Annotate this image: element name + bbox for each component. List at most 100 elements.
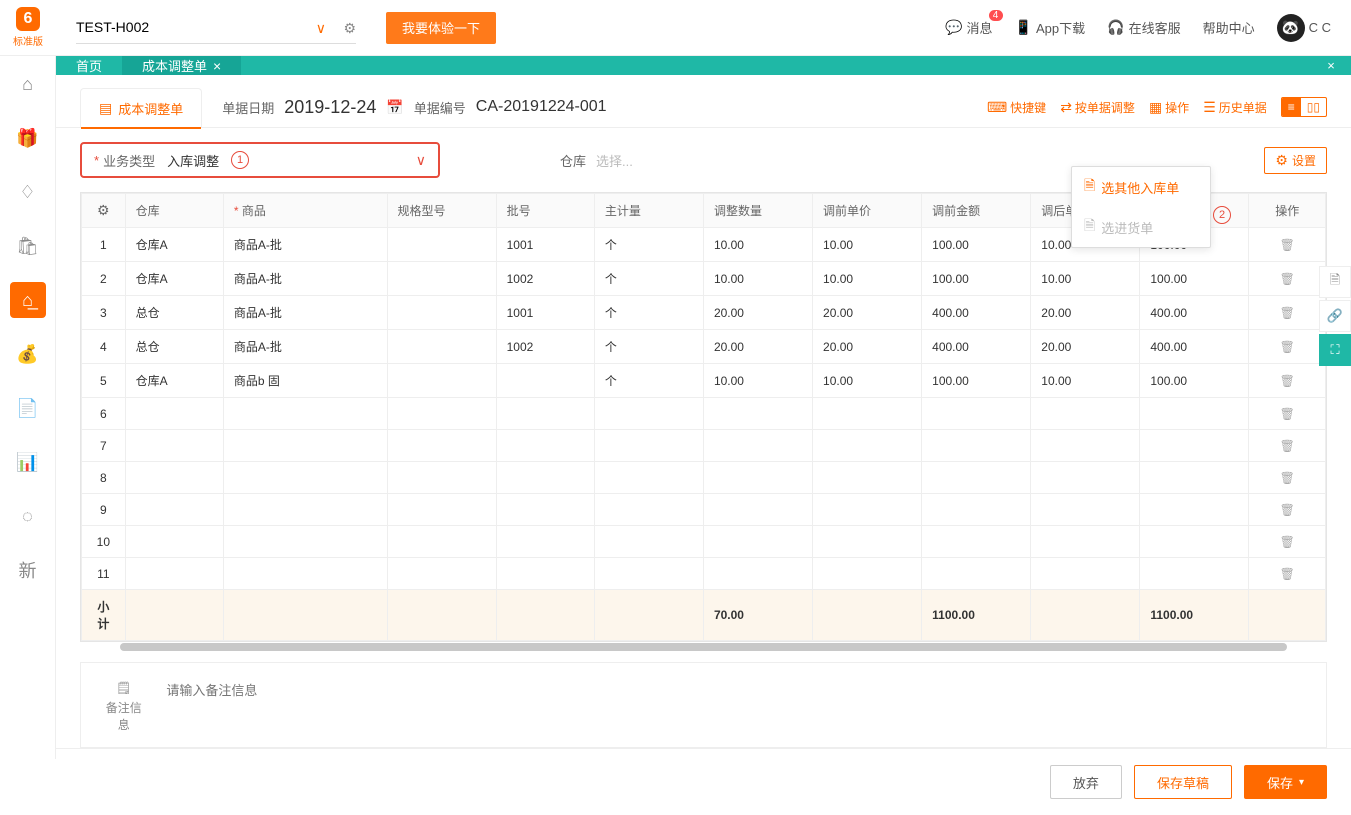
cell-pre-amount[interactable]: [922, 494, 1031, 526]
cell-post-amount[interactable]: [1140, 526, 1249, 558]
nav-online-service[interactable]: 🎧 在线客服: [1107, 18, 1180, 37]
cell-warehouse[interactable]: [125, 430, 223, 462]
cell-spec[interactable]: [387, 526, 496, 558]
sidebar-cycle[interactable]: ◌: [10, 498, 46, 534]
cell-qty[interactable]: [703, 558, 812, 590]
table-row[interactable]: 5仓库A商品b 固个10.0010.00100.0010.00100.00🗑: [82, 364, 1326, 398]
cell-post-price[interactable]: [1031, 462, 1140, 494]
cell-unit[interactable]: [594, 494, 703, 526]
action-by-order[interactable]: ⇄按单据调整: [1060, 99, 1135, 116]
cell-pre-amount[interactable]: 400.00: [922, 296, 1031, 330]
cell-pre-amount[interactable]: 100.00: [922, 364, 1031, 398]
cell-batch[interactable]: [496, 494, 594, 526]
cell-warehouse[interactable]: [125, 462, 223, 494]
cell-pre-price[interactable]: 20.00: [813, 296, 922, 330]
cell-product[interactable]: 商品A-批: [223, 330, 387, 364]
cell-post-price[interactable]: [1031, 494, 1140, 526]
cell-unit[interactable]: 个: [594, 262, 703, 296]
date-value[interactable]: 2019-12-24: [284, 97, 376, 118]
cell-spec[interactable]: [387, 330, 496, 364]
cell-product[interactable]: [223, 398, 387, 430]
delete-icon[interactable]: 🗑: [1280, 535, 1295, 549]
cell-unit[interactable]: [594, 558, 703, 590]
cell-post-amount[interactable]: [1140, 430, 1249, 462]
gear-icon[interactable]: ⚙: [343, 20, 356, 37]
cell-unit[interactable]: 个: [594, 296, 703, 330]
cell-qty[interactable]: [703, 526, 812, 558]
cell-post-price[interactable]: 10.00: [1031, 364, 1140, 398]
nav-app-download[interactable]: 📱 App下载: [1015, 18, 1086, 37]
table-row[interactable]: 2仓库A商品A-批1002个10.0010.00100.0010.00100.0…: [82, 262, 1326, 296]
view-toggle[interactable]: ≡ ▯▯: [1281, 97, 1327, 117]
table-row[interactable]: 3总仓商品A-批1001个20.0020.00400.0020.00400.00…: [82, 296, 1326, 330]
cell-warehouse[interactable]: 总仓: [125, 330, 223, 364]
cell-post-price[interactable]: [1031, 558, 1140, 590]
cell-pre-amount[interactable]: [922, 558, 1031, 590]
cell-post-price[interactable]: 10.00: [1031, 262, 1140, 296]
cell-pre-price[interactable]: 10.00: [813, 262, 922, 296]
cell-pre-amount[interactable]: 100.00: [922, 262, 1031, 296]
cell-pre-amount[interactable]: [922, 526, 1031, 558]
cell-pre-price[interactable]: 10.00: [813, 228, 922, 262]
view-list-icon[interactable]: ≡: [1282, 98, 1301, 116]
cell-unit[interactable]: 个: [594, 364, 703, 398]
action-history[interactable]: ☰历史单据: [1203, 99, 1267, 116]
cell-warehouse[interactable]: [125, 558, 223, 590]
cell-post-amount[interactable]: 100.00: [1140, 262, 1249, 296]
cell-unit[interactable]: [594, 526, 703, 558]
rt-note-icon[interactable]: 🗎: [1319, 266, 1351, 298]
cell-warehouse[interactable]: [125, 398, 223, 430]
table-row[interactable]: 8🗑: [82, 462, 1326, 494]
company-input[interactable]: [76, 12, 356, 44]
cell-product[interactable]: [223, 494, 387, 526]
tab-home[interactable]: 首页: [56, 56, 122, 75]
scrollbar-thumb[interactable]: [120, 643, 1287, 651]
cell-pre-price[interactable]: 10.00: [813, 364, 922, 398]
cell-qty[interactable]: 20.00: [703, 330, 812, 364]
cell-post-amount[interactable]: [1140, 462, 1249, 494]
cell-batch[interactable]: [496, 526, 594, 558]
cell-qty[interactable]: [703, 398, 812, 430]
cell-batch[interactable]: [496, 398, 594, 430]
cell-batch[interactable]: [496, 364, 594, 398]
cell-qty[interactable]: 10.00: [703, 364, 812, 398]
settings-button[interactable]: ⚙ 设置: [1264, 147, 1327, 174]
delete-icon[interactable]: 🗑: [1280, 340, 1295, 354]
cell-pre-amount[interactable]: [922, 462, 1031, 494]
cell-product[interactable]: 商品A-批: [223, 228, 387, 262]
cell-pre-price[interactable]: 20.00: [813, 330, 922, 364]
delete-icon[interactable]: 🗑: [1280, 238, 1295, 252]
table-row[interactable]: 11🗑: [82, 558, 1326, 590]
cell-pre-price[interactable]: [813, 558, 922, 590]
cell-spec[interactable]: [387, 398, 496, 430]
cell-pre-price[interactable]: [813, 494, 922, 526]
sidebar-home[interactable]: ⌂: [10, 66, 46, 102]
cell-batch[interactable]: 1001: [496, 296, 594, 330]
delete-icon[interactable]: 🗑: [1280, 439, 1295, 453]
warehouse-select[interactable]: 仓库 选择...: [560, 151, 633, 170]
cell-product[interactable]: [223, 526, 387, 558]
cell-unit[interactable]: [594, 398, 703, 430]
delete-icon[interactable]: 🗑: [1280, 272, 1295, 286]
cell-spec[interactable]: [387, 558, 496, 590]
cell-warehouse[interactable]: [125, 494, 223, 526]
cell-pre-amount[interactable]: [922, 398, 1031, 430]
doc-tab[interactable]: ▤ 成本调整单: [80, 88, 202, 128]
logo[interactable]: 6 标准版: [0, 0, 56, 56]
rt-expand-icon[interactable]: ⛶: [1319, 334, 1351, 366]
table-row[interactable]: 9🗑: [82, 494, 1326, 526]
dropdown-other-inbound[interactable]: 🗎 选其他入库单: [1072, 167, 1210, 207]
close-icon[interactable]: ×: [213, 58, 221, 74]
delete-icon[interactable]: 🗑: [1280, 471, 1295, 485]
cell-batch[interactable]: [496, 430, 594, 462]
cell-post-amount[interactable]: 400.00: [1140, 296, 1249, 330]
delete-icon[interactable]: 🗑: [1280, 503, 1295, 517]
cell-post-price[interactable]: [1031, 526, 1140, 558]
cell-pre-amount[interactable]: 400.00: [922, 330, 1031, 364]
sidebar-gift[interactable]: 🎁: [10, 120, 46, 156]
remarks-input[interactable]: [166, 677, 1306, 704]
cell-spec[interactable]: [387, 228, 496, 262]
view-grid-icon[interactable]: ▯▯: [1301, 98, 1326, 116]
cell-qty[interactable]: [703, 494, 812, 526]
save-draft-button[interactable]: 保存草稿: [1134, 765, 1232, 799]
